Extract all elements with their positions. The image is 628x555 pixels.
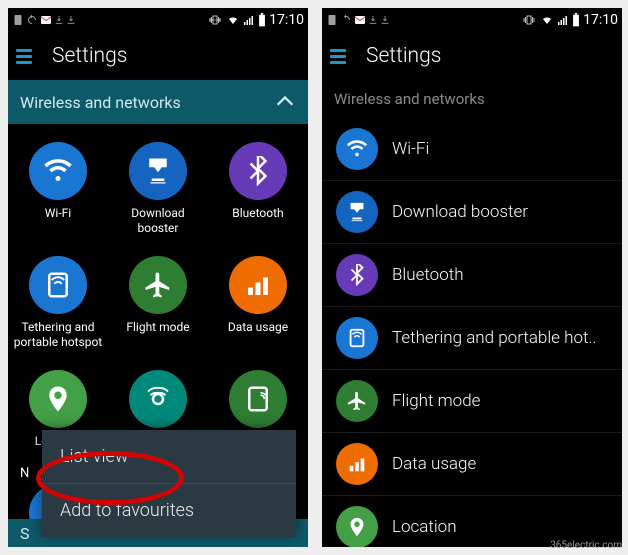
grid-label: Flight mode <box>126 320 189 350</box>
drawer-icon[interactable] <box>330 49 346 64</box>
location-icon <box>29 370 87 428</box>
download-booster-icon <box>336 191 378 233</box>
data-usage-icon <box>336 443 378 485</box>
status-bar: 17:10 <box>8 8 308 32</box>
list-label: Wi-Fi <box>392 139 429 159</box>
header-title: Settings <box>366 44 441 68</box>
grid-item-bluetooth[interactable]: Bluetooth <box>208 132 308 246</box>
list-item-tethering[interactable]: Tethering and portable hot.. <box>322 307 622 370</box>
sim-icon <box>12 14 24 26</box>
section-wireless[interactable]: Wireless and networks <box>8 80 308 124</box>
signal-icon <box>243 14 255 26</box>
phone-grid-view: 17:10 Settings Wireless and networks Wi-… <box>8 8 308 547</box>
phone-list-view: 17:10 Settings Wireless and networks Wi-… <box>322 8 622 547</box>
settings-list: Wi-Fi Download booster Bluetooth Tetheri… <box>322 118 622 547</box>
tethering-icon <box>336 317 378 359</box>
status-right-icons: 17:10 <box>521 12 618 28</box>
wifi-icon <box>226 14 240 26</box>
download-icon-2 <box>66 14 76 26</box>
vibrate-icon <box>207 14 223 26</box>
download-icon-2 <box>380 14 390 26</box>
list-item-bluetooth[interactable]: Bluetooth <box>322 244 622 307</box>
header: Settings <box>322 32 622 80</box>
download-icon-1 <box>368 14 378 26</box>
list-label: Download booster <box>392 202 528 222</box>
battery-icon <box>572 13 580 27</box>
wifi-icon <box>336 128 378 170</box>
flight-icon <box>129 256 187 314</box>
list-label: Bluetooth <box>392 265 464 285</box>
wifi-icon <box>29 142 87 200</box>
chevron-up-icon <box>274 91 296 113</box>
status-left-icons <box>326 14 390 26</box>
sim-icon <box>326 14 338 26</box>
context-menu: List view Add to favourites <box>42 430 296 537</box>
nfc-icon <box>229 370 287 428</box>
header-title: Settings <box>52 44 127 68</box>
sync-icon <box>26 14 38 26</box>
status-bar: 17:10 <box>322 8 622 32</box>
status-time: 17:10 <box>269 12 304 28</box>
list-item-data[interactable]: Data usage <box>322 433 622 496</box>
section-label: Wireless and networks <box>334 90 485 108</box>
data-usage-icon <box>229 256 287 314</box>
grid-item-data[interactable]: Data usage <box>208 246 308 360</box>
list-item-wifi[interactable]: Wi-Fi <box>322 118 622 181</box>
grid-label: Wi-Fi <box>45 206 71 236</box>
list-label: Tethering and portable hot.. <box>392 328 597 348</box>
location-icon <box>336 506 378 547</box>
grid-item-wifi[interactable]: Wi-Fi <box>8 132 108 246</box>
download-icon-1 <box>54 14 64 26</box>
drawer-icon[interactable] <box>16 49 32 64</box>
more-icon <box>129 370 187 428</box>
grid-label: Bluetooth <box>232 206 283 236</box>
section-wireless: Wireless and networks <box>322 80 622 118</box>
battery-icon <box>258 13 266 27</box>
status-left-icons <box>12 14 76 26</box>
list-label: Location <box>392 517 457 537</box>
watermark: 365electric.com <box>550 540 622 551</box>
grid-item-tethering[interactable]: Tethering and portable hotspot <box>8 246 108 360</box>
tethering-icon <box>29 256 87 314</box>
status-time: 17:10 <box>583 12 618 28</box>
flight-icon <box>336 380 378 422</box>
bluetooth-icon <box>229 142 287 200</box>
sync-icon <box>340 14 352 26</box>
cut-label-n: N <box>20 466 29 481</box>
vibrate-icon <box>521 14 537 26</box>
header: Settings <box>8 32 308 80</box>
list-label: Data usage <box>392 454 476 474</box>
grid-item-download[interactable]: Download booster <box>108 132 208 246</box>
download-booster-icon <box>129 142 187 200</box>
section-label: Wireless and networks <box>20 93 181 112</box>
status-right-icons: 17:10 <box>207 12 304 28</box>
menu-add-favourites[interactable]: Add to favourites <box>42 484 296 537</box>
grid-label: Tethering and portable hotspot <box>12 320 104 350</box>
grid-item-flight[interactable]: Flight mode <box>108 246 208 360</box>
bluetooth-icon <box>336 254 378 296</box>
mail-icon <box>40 14 52 26</box>
list-label: Flight mode <box>392 391 480 411</box>
mail-icon <box>354 14 366 26</box>
grid-label: Download booster <box>112 206 204 236</box>
list-item-flight[interactable]: Flight mode <box>322 370 622 433</box>
grid-label: Data usage <box>228 320 288 350</box>
wifi-icon <box>540 14 554 26</box>
list-item-download[interactable]: Download booster <box>322 181 622 244</box>
menu-list-view[interactable]: List view <box>42 430 296 484</box>
signal-icon <box>557 14 569 26</box>
